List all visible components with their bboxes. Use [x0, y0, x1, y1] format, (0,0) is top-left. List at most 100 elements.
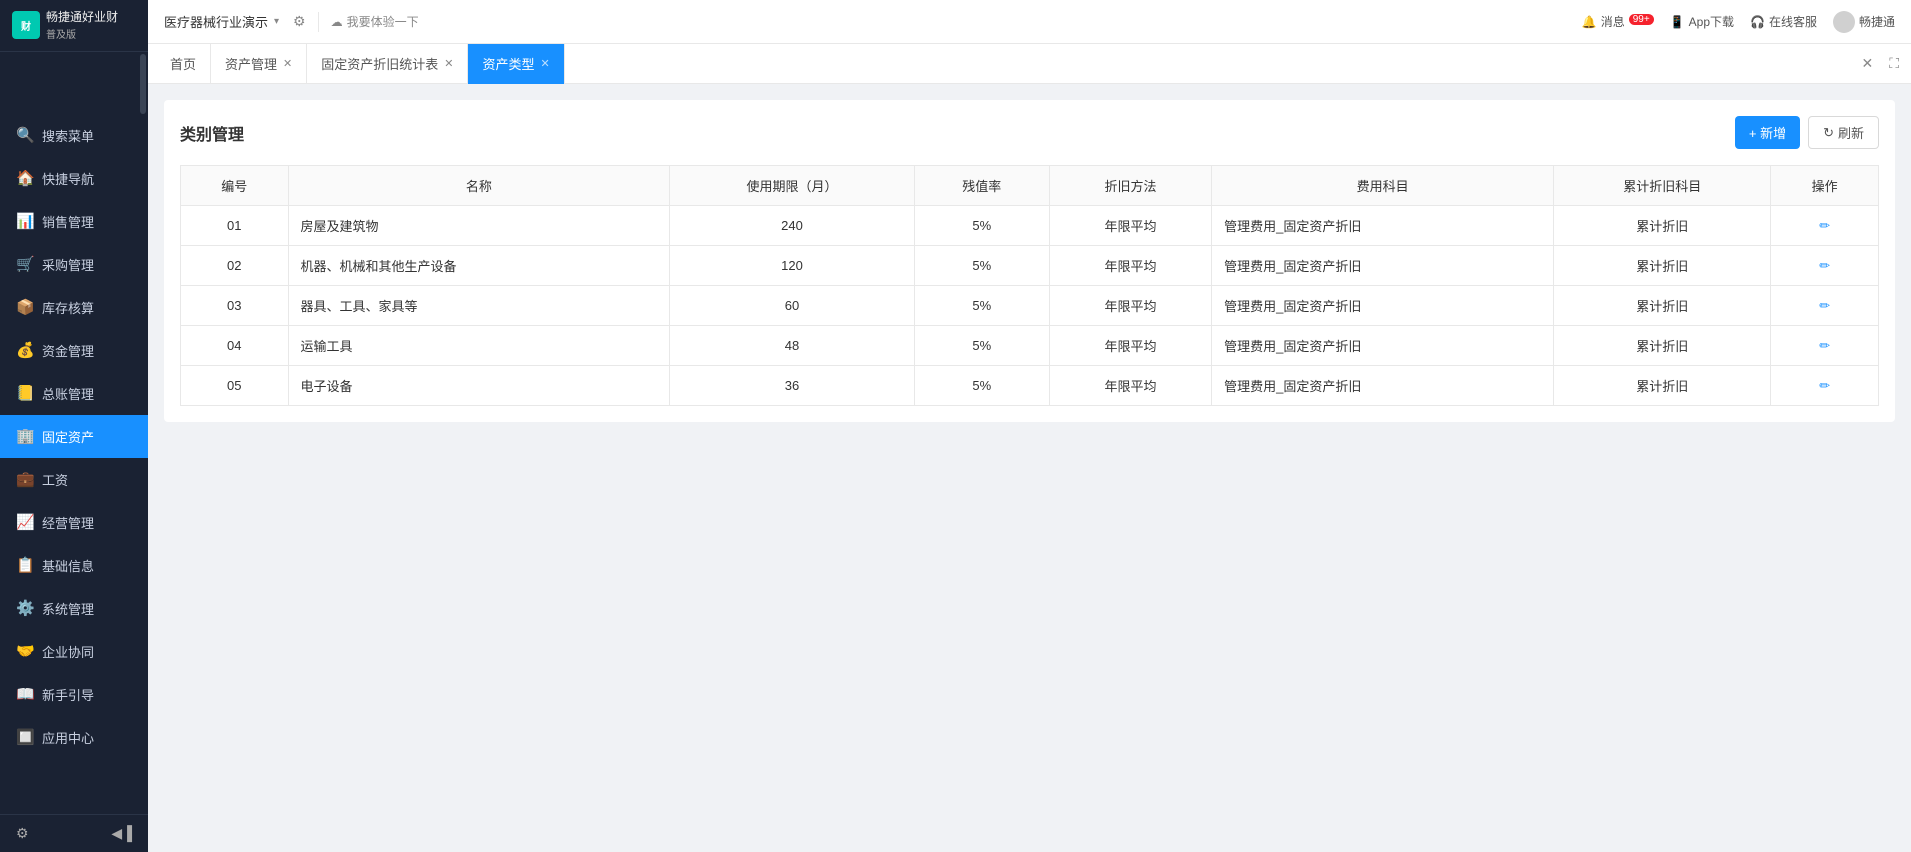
cell-accumulated: 累计折旧: [1554, 206, 1771, 246]
edit-icon[interactable]: ✏: [1819, 378, 1830, 393]
app-selector-name: 医疗器械行业演示: [164, 12, 268, 31]
sidebar-item-label: 搜索菜单: [42, 126, 94, 145]
edit-icon[interactable]: ✏: [1819, 338, 1830, 353]
cell-period: 240: [670, 206, 915, 246]
cell-expense: 管理费用_固定资产折旧: [1212, 246, 1554, 286]
col-header-name: 名称: [288, 166, 670, 206]
tab-asset-types-label: 资产类型: [482, 54, 534, 73]
gear-icon: ⚙️: [16, 599, 34, 617]
tab-asset-types[interactable]: 资产类型 ✕: [468, 44, 564, 84]
sidebar-item-enterprise[interactable]: 🤝 企业协同: [0, 630, 148, 673]
app-selector[interactable]: 医疗器械行业演示 ▾ ⚙: [164, 12, 306, 31]
table-row: 02 机器、机械和其他生产设备 120 5% 年限平均 管理费用_固定资产折旧 …: [181, 246, 1879, 286]
search-icon: 🔍: [16, 126, 34, 144]
sidebar-item-inventory[interactable]: 📦 库存核算: [0, 286, 148, 329]
sidebar-item-label: 企业协同: [42, 642, 94, 661]
sidebar-item-system-mgmt[interactable]: ⚙️ 系统管理: [0, 587, 148, 630]
table-row: 01 房屋及建筑物 240 5% 年限平均 管理费用_固定资产折旧 累计折旧 ✏: [181, 206, 1879, 246]
col-header-expense: 费用科目: [1212, 166, 1554, 206]
cell-action[interactable]: ✏: [1771, 366, 1879, 406]
cell-action[interactable]: ✏: [1771, 206, 1879, 246]
sidebar-item-guide[interactable]: 📖 新手引导: [0, 673, 148, 716]
sidebar-item-app-center[interactable]: 🔲 应用中心: [0, 716, 148, 759]
cell-id[interactable]: 04: [181, 326, 289, 366]
refresh-button[interactable]: ↻ 刷新: [1808, 116, 1879, 149]
sidebar-item-fixed-assets[interactable]: 🏢 固定资产: [0, 415, 148, 458]
close-icon[interactable]: ✕: [444, 57, 453, 70]
sidebar-item-funds[interactable]: 💰 资金管理: [0, 329, 148, 372]
expand-icon[interactable]: ⛶: [1885, 51, 1903, 76]
sidebar-item-general-ledger[interactable]: 📒 总账管理: [0, 372, 148, 415]
sidebar-item-search[interactable]: 🔍 搜索菜单: [0, 114, 148, 157]
handshake-icon: 🤝: [16, 642, 34, 660]
content-area: 类别管理 + 新增 ↻ 刷新 编号 名称 使用期限（月） 残值率 折旧方法 费用…: [164, 100, 1895, 422]
edit-icon[interactable]: ✏: [1819, 218, 1830, 233]
close-icon[interactable]: ✕: [283, 57, 292, 70]
tabs-actions: ✕ ⛶: [1857, 51, 1911, 76]
online-service-btn[interactable]: 🎧 在线客服: [1750, 13, 1817, 30]
ledger-icon: 📒: [16, 384, 34, 402]
col-header-id: 编号: [181, 166, 289, 206]
sidebar-item-sales[interactable]: 📊 销售管理: [0, 200, 148, 243]
sidebar: 财 畅捷通好业财 普及版 🔍 搜索菜单 🏠 快捷导航 📊 销售管理 🛒 采购管理…: [0, 0, 148, 852]
cell-id[interactable]: 03: [181, 286, 289, 326]
col-header-accumulated: 累计折旧科目: [1554, 166, 1771, 206]
download-icon: 📱: [1670, 15, 1685, 29]
sidebar-item-label: 库存核算: [42, 298, 94, 317]
cell-name: 器具、工具、家具等: [288, 286, 670, 326]
cell-name: 机器、机械和其他生产设备: [288, 246, 670, 286]
sidebar-item-label: 固定资产: [42, 427, 94, 446]
avatar: [1833, 11, 1855, 33]
cell-residual: 5%: [914, 246, 1049, 286]
cell-expense: 管理费用_固定资产折旧: [1212, 326, 1554, 366]
new-button[interactable]: + 新增: [1735, 116, 1800, 149]
experience-button[interactable]: ☁ 我要体验一下: [331, 13, 419, 30]
edit-icon[interactable]: ✏: [1819, 258, 1830, 273]
logo-sub: 普及版: [46, 26, 118, 41]
cell-action[interactable]: ✏: [1771, 286, 1879, 326]
home-icon: 🏠: [16, 169, 34, 187]
sidebar-item-purchase[interactable]: 🛒 采购管理: [0, 243, 148, 286]
settings-icon[interactable]: ⚙: [293, 13, 306, 30]
sidebar-item-quick-nav[interactable]: 🏠 快捷导航: [0, 157, 148, 200]
chevron-down-icon: ▾: [274, 16, 279, 27]
close-window-icon[interactable]: ✕: [1857, 51, 1877, 76]
app-download-btn[interactable]: 📱 App下载: [1670, 13, 1734, 30]
topbar-right: 🔔 消息 99+ 📱 App下载 🎧 在线客服 畅捷通: [1582, 11, 1895, 33]
cell-accumulated: 累计折旧: [1554, 326, 1771, 366]
tab-assets-mgmt-label: 资产管理: [225, 54, 277, 73]
cell-id[interactable]: 01: [181, 206, 289, 246]
box-icon: 📦: [16, 298, 34, 316]
sidebar-item-business-mgmt[interactable]: 📈 经营管理: [0, 501, 148, 544]
collapse-icon[interactable]: ◀▐: [111, 825, 132, 842]
cell-id[interactable]: 02: [181, 246, 289, 286]
sidebar-item-label: 基础信息: [42, 556, 94, 575]
sidebar-item-label: 采购管理: [42, 255, 94, 274]
sidebar-item-basic-info[interactable]: 📋 基础信息: [0, 544, 148, 587]
tab-fixed-assets-table[interactable]: 固定资产折旧统计表 ✕: [307, 44, 468, 84]
sidebar-nav: 🔍 搜索菜单 🏠 快捷导航 📊 销售管理 🛒 采购管理 📦 库存核算 💰 资金管…: [0, 114, 148, 814]
main-content: 类别管理 + 新增 ↻ 刷新 编号 名称 使用期限（月） 残值率 折旧方法 费用…: [148, 84, 1911, 852]
sidebar-bottom: ⚙ ◀▐: [0, 814, 148, 852]
settings-icon[interactable]: ⚙: [16, 825, 29, 842]
close-icon[interactable]: ✕: [541, 57, 550, 70]
table-row: 03 器具、工具、家具等 60 5% 年限平均 管理费用_固定资产折旧 累计折旧…: [181, 286, 1879, 326]
cell-residual: 5%: [914, 326, 1049, 366]
cell-accumulated: 累计折旧: [1554, 366, 1771, 406]
table-row: 05 电子设备 36 5% 年限平均 管理费用_固定资产折旧 累计折旧 ✏: [181, 366, 1879, 406]
cell-id[interactable]: 05: [181, 366, 289, 406]
user-btn[interactable]: 畅捷通: [1833, 11, 1895, 33]
notifications-btn[interactable]: 🔔 消息 99+: [1582, 13, 1654, 30]
sidebar-item-label: 总账管理: [42, 384, 94, 403]
cell-action[interactable]: ✏: [1771, 246, 1879, 286]
tab-fixed-assets-table-label: 固定资产折旧统计表: [321, 54, 438, 73]
tab-home[interactable]: 首页: [156, 44, 211, 84]
cell-accumulated: 累计折旧: [1554, 286, 1771, 326]
edit-icon[interactable]: ✏: [1819, 298, 1830, 313]
cell-action[interactable]: ✏: [1771, 326, 1879, 366]
cloud-icon: ☁: [331, 15, 343, 29]
cell-period: 48: [670, 326, 915, 366]
sidebar-item-salary[interactable]: 💼 工资: [0, 458, 148, 501]
logo-icon: 财: [12, 11, 40, 39]
tab-assets-mgmt[interactable]: 资产管理 ✕: [211, 44, 307, 84]
